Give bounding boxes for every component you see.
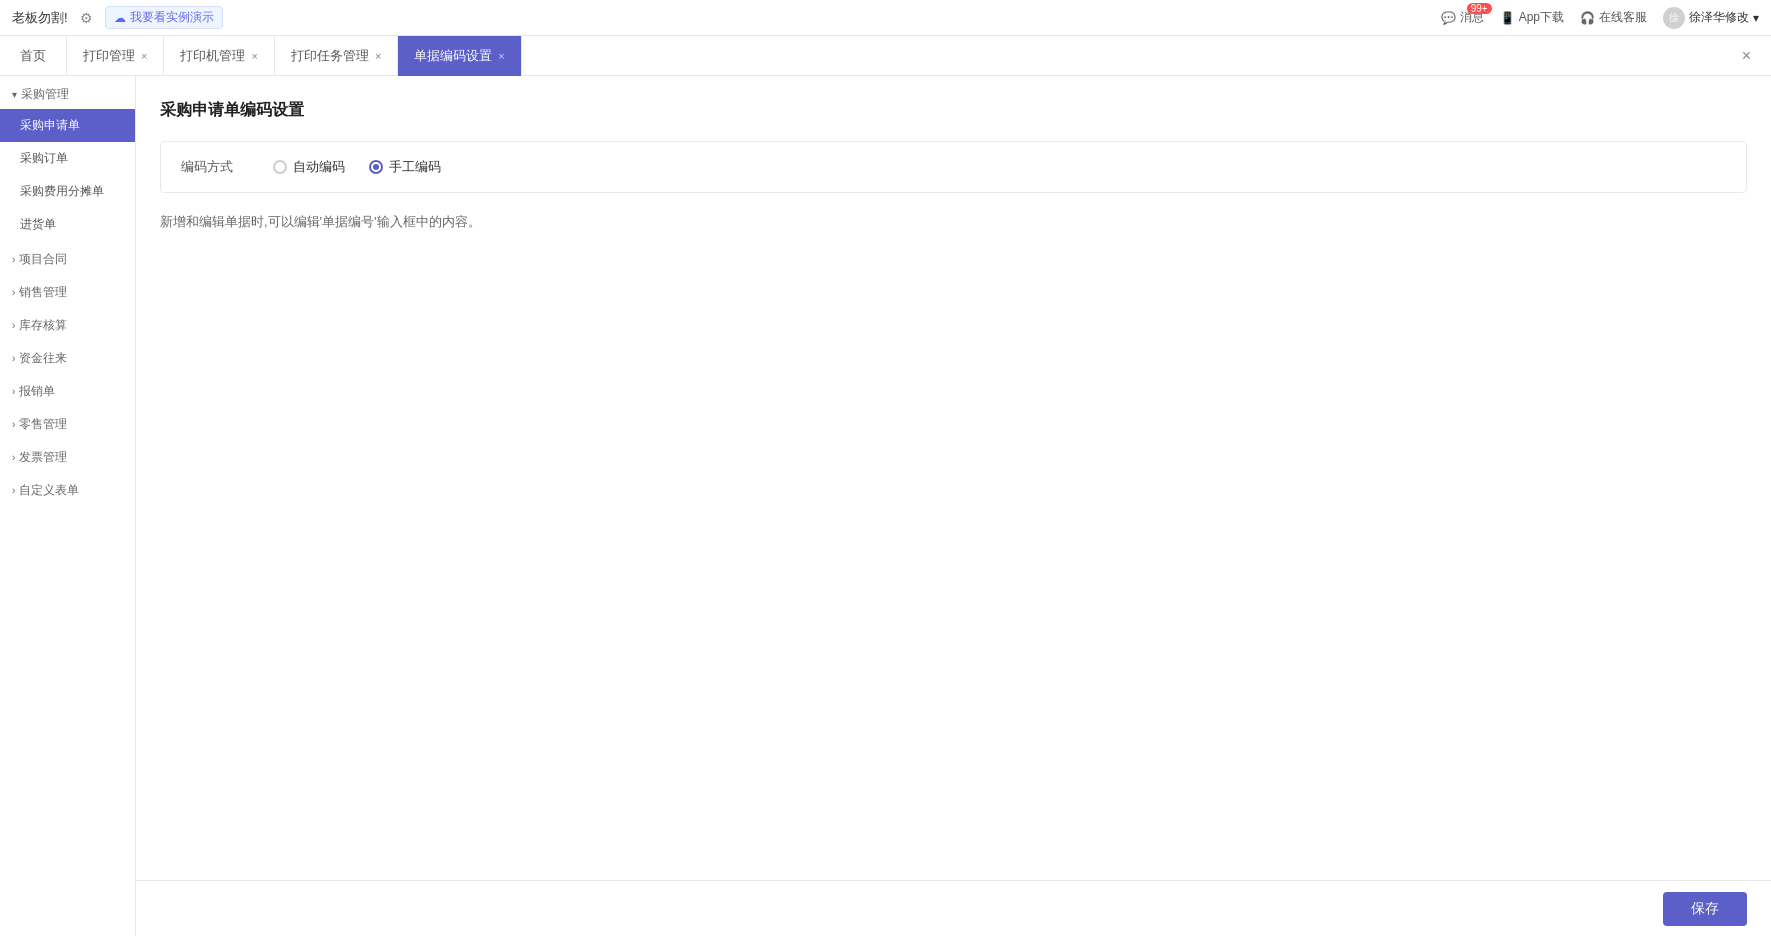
message-badge: 99+ [1467, 3, 1492, 14]
radio-manual-label: 手工编码 [389, 158, 441, 176]
tab-home[interactable]: 首页 [0, 36, 67, 76]
tab-print-mgmt-label: 打印管理 [83, 47, 135, 65]
encoding-label: 编码方式 [181, 158, 241, 176]
radio-manual-encoding[interactable]: 手工编码 [369, 158, 441, 176]
top-bar: 老板勿割! ⚙ ☁ 我要看实例演示 💬 消息 99+ 📱 App下载 🎧 在线客… [0, 0, 1771, 36]
page-content: 采购申请单编码设置 编码方式 自动编码 手工编码 [136, 76, 1771, 880]
content-area: 采购申请单编码设置 编码方式 自动编码 手工编码 [136, 76, 1771, 936]
sidebar-group-custom: › 自定义表单 [0, 472, 135, 505]
sidebar-group-inventory: › 库存核算 [0, 307, 135, 340]
tab-print-task-close[interactable]: × [375, 50, 381, 62]
sidebar-group-sales: › 销售管理 [0, 274, 135, 307]
top-bar-right: 💬 消息 99+ 📱 App下载 🎧 在线客服 徐 徐泽华修改 ▾ [1441, 7, 1759, 29]
tab-print-task[interactable]: 打印任务管理 × [275, 36, 398, 76]
radio-auto-label: 自动编码 [293, 158, 345, 176]
close-panel-icon[interactable]: × [1734, 43, 1759, 69]
chevron-down-icon: ▾ [12, 89, 17, 100]
sidebar-item-purchase-request[interactable]: 采购申请单 [0, 109, 135, 142]
avatar: 徐 [1663, 7, 1685, 29]
chevron-right-icon-4: › [12, 353, 15, 364]
radio-group-encoding: 自动编码 手工编码 [273, 158, 441, 176]
message-button[interactable]: 💬 消息 99+ [1441, 9, 1484, 26]
tab-home-label: 首页 [20, 47, 46, 65]
chevron-right-icon-8: › [12, 485, 15, 496]
demo-button[interactable]: ☁ 我要看实例演示 [105, 6, 223, 29]
tab-doc-code[interactable]: 单据编码设置 × [398, 36, 521, 76]
save-button[interactable]: 保存 [1663, 892, 1747, 926]
radio-manual-circle [369, 160, 383, 174]
app-download-button[interactable]: 📱 App下载 [1500, 9, 1564, 26]
sidebar-item-purchase-order[interactable]: 采购订单 [0, 142, 135, 175]
description-text: 新增和编辑单据时,可以编辑'单据编号'输入框中的内容。 [160, 213, 1747, 231]
chevron-right-icon-6: › [12, 419, 15, 430]
tab-print-mgmt[interactable]: 打印管理 × [67, 36, 164, 76]
user-name: 徐泽华修改 [1689, 9, 1749, 26]
chevron-right-icon-2: › [12, 287, 15, 298]
sidebar-group-custom-title[interactable]: › 自定义表单 [0, 472, 135, 505]
sidebar-group-inventory-title[interactable]: › 库存核算 [0, 307, 135, 340]
online-service-button[interactable]: 🎧 在线客服 [1580, 9, 1647, 26]
top-bar-left: 老板勿割! ⚙ ☁ 我要看实例演示 [12, 6, 223, 29]
settings-icon[interactable]: ⚙ [80, 10, 93, 26]
app-download-icon: 📱 [1500, 11, 1515, 25]
radio-auto-encoding[interactable]: 自动编码 [273, 158, 345, 176]
message-icon: 💬 [1441, 11, 1456, 25]
chevron-right-icon-3: › [12, 320, 15, 331]
tab-doc-code-label: 单据编码设置 [414, 47, 492, 65]
headset-icon: 🎧 [1580, 11, 1595, 25]
sidebar-group-expense-title[interactable]: › 报销单 [0, 373, 135, 406]
tab-printer-mgmt-label: 打印机管理 [180, 47, 245, 65]
tab-doc-code-close[interactable]: × [498, 50, 504, 62]
main-layout: ▾ 采购管理 采购申请单 采购订单 采购费用分摊单 进货单 › 项目合同 [0, 76, 1771, 936]
sidebar-group-project-title[interactable]: › 项目合同 [0, 241, 135, 274]
app-download-label: App下载 [1519, 9, 1564, 26]
sidebar-group-expense: › 报销单 [0, 373, 135, 406]
chevron-right-icon-5: › [12, 386, 15, 397]
tab-printer-mgmt-close[interactable]: × [251, 50, 257, 62]
page-title: 采购申请单编码设置 [160, 100, 1747, 121]
sidebar-group-sales-title[interactable]: › 销售管理 [0, 274, 135, 307]
tab-print-mgmt-close[interactable]: × [141, 50, 147, 62]
sidebar-group-retail: › 零售管理 [0, 406, 135, 439]
app-title: 老板勿割! [12, 9, 68, 27]
chevron-right-icon-7: › [12, 452, 15, 463]
sidebar-group-invoice: › 发票管理 [0, 439, 135, 472]
sidebar-group-retail-title[interactable]: › 零售管理 [0, 406, 135, 439]
sidebar-group-project: › 项目合同 [0, 241, 135, 274]
sidebar-group-invoice-title[interactable]: › 发票管理 [0, 439, 135, 472]
demo-label: 我要看实例演示 [130, 9, 214, 26]
online-service-label: 在线客服 [1599, 9, 1647, 26]
sidebar-group-purchase-title[interactable]: ▾ 采购管理 [0, 76, 135, 109]
sidebar-group-purchase: ▾ 采购管理 采购申请单 采购订单 采购费用分摊单 进货单 [0, 76, 135, 241]
demo-icon: ☁ [114, 11, 126, 25]
user-menu[interactable]: 徐 徐泽华修改 ▾ [1663, 7, 1759, 29]
sidebar-item-purchase-stock[interactable]: 进货单 [0, 208, 135, 241]
sidebar-item-purchase-expense[interactable]: 采购费用分摊单 [0, 175, 135, 208]
user-dropdown-icon: ▾ [1753, 11, 1759, 25]
tab-printer-mgmt[interactable]: 打印机管理 × [164, 36, 274, 76]
encoding-section: 编码方式 自动编码 手工编码 [160, 141, 1747, 193]
sidebar: ▾ 采购管理 采购申请单 采购订单 采购费用分摊单 进货单 › 项目合同 [0, 76, 136, 936]
sidebar-group-finance-title[interactable]: › 资金往来 [0, 340, 135, 373]
encoding-row: 编码方式 自动编码 手工编码 [181, 158, 1726, 176]
tab-bar: 首页 打印管理 × 打印机管理 × 打印任务管理 × 单据编码设置 × × [0, 36, 1771, 76]
sidebar-group-finance: › 资金往来 [0, 340, 135, 373]
footer-bar: 保存 [136, 880, 1771, 936]
chevron-right-icon: › [12, 254, 15, 265]
tab-print-task-label: 打印任务管理 [291, 47, 369, 65]
radio-auto-circle [273, 160, 287, 174]
